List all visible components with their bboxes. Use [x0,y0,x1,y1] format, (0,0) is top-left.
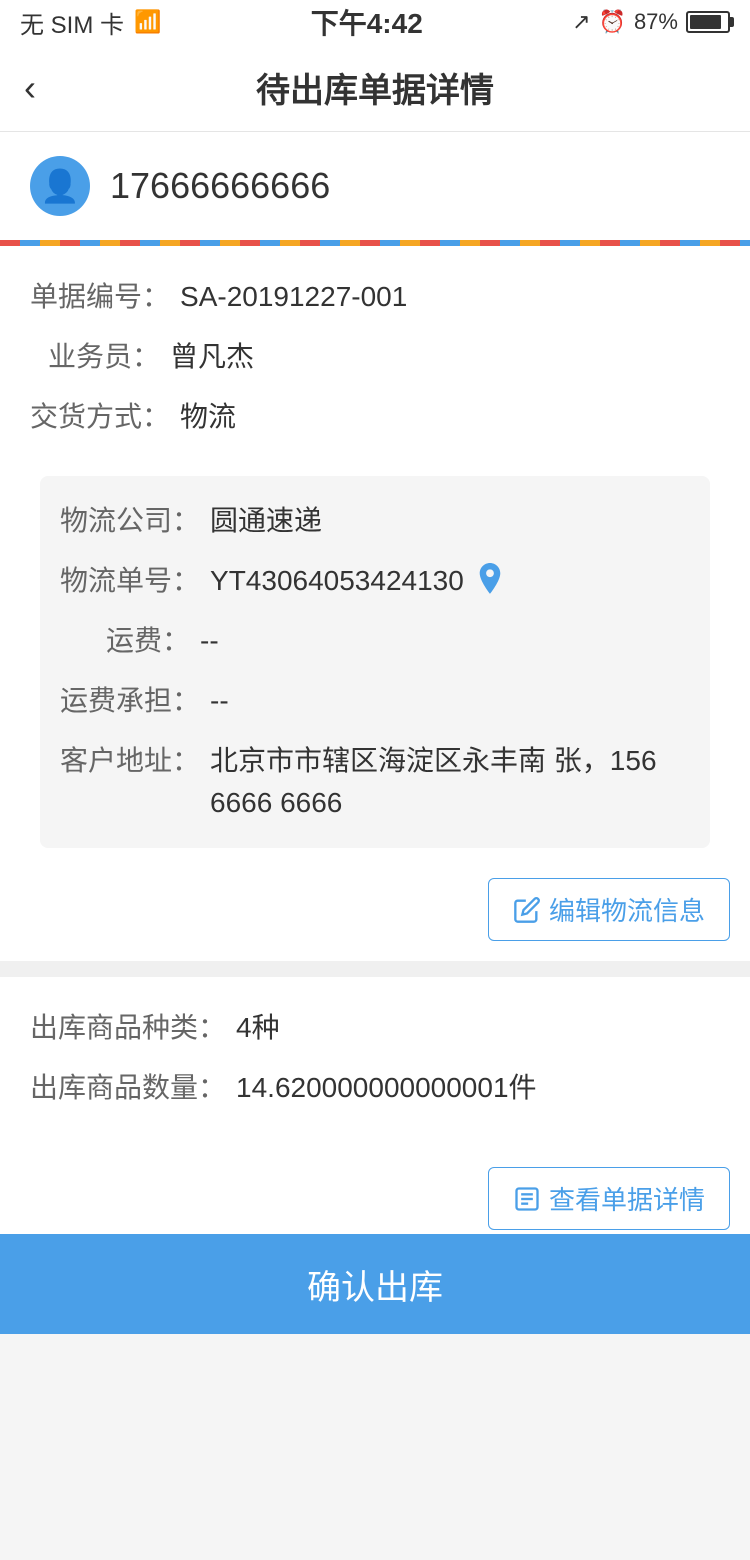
delivery-value: 物流 [180,396,720,438]
logistics-tracking-label: 物流单号： [60,560,200,602]
view-details-label: 查看单据详情 [549,1180,705,1217]
goods-quantity-value: 14.620000000000001件 [236,1067,720,1109]
logistics-tracking-row: 物流单号： YT43064053424130 [60,560,690,602]
user-header: 👤 17666666666 [0,132,750,240]
confirm-text: 确认出库 [307,1260,443,1309]
delivery-label: 交货方式： [30,396,170,438]
delivery-row: 交货方式： 物流 [30,396,720,438]
logistics-tracking-value: YT43064053424130 [210,560,690,602]
alarm-icon: ⏰ [599,9,626,35]
battery-indicator [686,11,730,33]
freight-type-value: -- [210,680,690,722]
salesman-label: 业务员： [30,336,160,378]
location-pin-icon [474,563,506,599]
status-left: 无 SIM 卡 📶 [20,5,161,40]
avatar: 👤 [30,156,90,216]
edit-logistics-button[interactable]: 编辑物流信息 [488,878,730,941]
freight-label: 运费： [60,620,190,662]
nav-bar: ‹ 待出库单据详情 [0,44,750,132]
status-right: ↗ ⏰ 87% [572,9,730,35]
freight-row: 运费： -- [60,620,690,662]
battery-text: 87% [634,9,678,35]
back-button[interactable]: ‹ [24,67,36,109]
edit-icon [513,896,541,924]
order-no-row: 单据编号： SA-20191227-001 [30,276,720,318]
address-row: 客户地址： 北京市市辖区海淀区永丰南 张，156 6666 6666 [60,740,690,824]
section-separator [0,961,750,977]
address-label: 客户地址： [60,740,200,782]
order-no-value: SA-20191227-001 [180,276,720,318]
goods-types-label: 出库商品种类： [30,1007,226,1049]
wifi-icon: 📶 [134,9,161,35]
status-time: 下午4:42 [311,2,423,42]
freight-type-row: 运费承担： -- [60,680,690,722]
goods-types-value: 4种 [236,1007,720,1049]
list-icon [513,1185,541,1213]
order-info-section: 单据编号： SA-20191227-001 业务员： 曾凡杰 交货方式： 物流 [0,246,750,476]
address-value: 北京市市辖区海淀区永丰南 张，156 6666 6666 [210,740,690,824]
goods-section: 出库商品种类： 4种 出库商品数量： 14.620000000000001件 [0,977,750,1147]
salesman-value: 曾凡杰 [170,336,720,378]
order-no-label: 单据编号： [30,276,170,318]
freight-value: -- [200,620,690,662]
goods-quantity-row: 出库商品数量： 14.620000000000001件 [30,1067,720,1109]
salesman-row: 业务员： 曾凡杰 [30,336,720,378]
logistics-company-value: 圆通速递 [210,500,690,542]
view-details-button[interactable]: 查看单据详情 [488,1167,730,1230]
status-bar: 无 SIM 卡 📶 下午4:42 ↗ ⏰ 87% [0,0,750,44]
confirm-bar[interactable]: 确认出库 [0,1234,750,1334]
phone-number: 17666666666 [110,165,330,207]
edit-btn-row: 编辑物流信息 [0,858,750,961]
goods-quantity-label: 出库商品数量： [30,1067,226,1109]
freight-type-label: 运费承担： [60,680,200,722]
goods-types-row: 出库商品种类： 4种 [30,1007,720,1049]
location-arrow-icon: ↗ [572,9,590,35]
avatar-icon: 👤 [40,167,80,205]
edit-logistics-label: 编辑物流信息 [549,891,705,928]
logistics-card: 物流公司： 圆通速递 物流单号： YT43064053424130 运费： --… [40,476,710,848]
logistics-company-label: 物流公司： [60,500,200,542]
carrier-text: 无 SIM 卡 [20,5,124,40]
page-title: 待出库单据详情 [256,63,494,112]
logistics-company-row: 物流公司： 圆通速递 [60,500,690,542]
